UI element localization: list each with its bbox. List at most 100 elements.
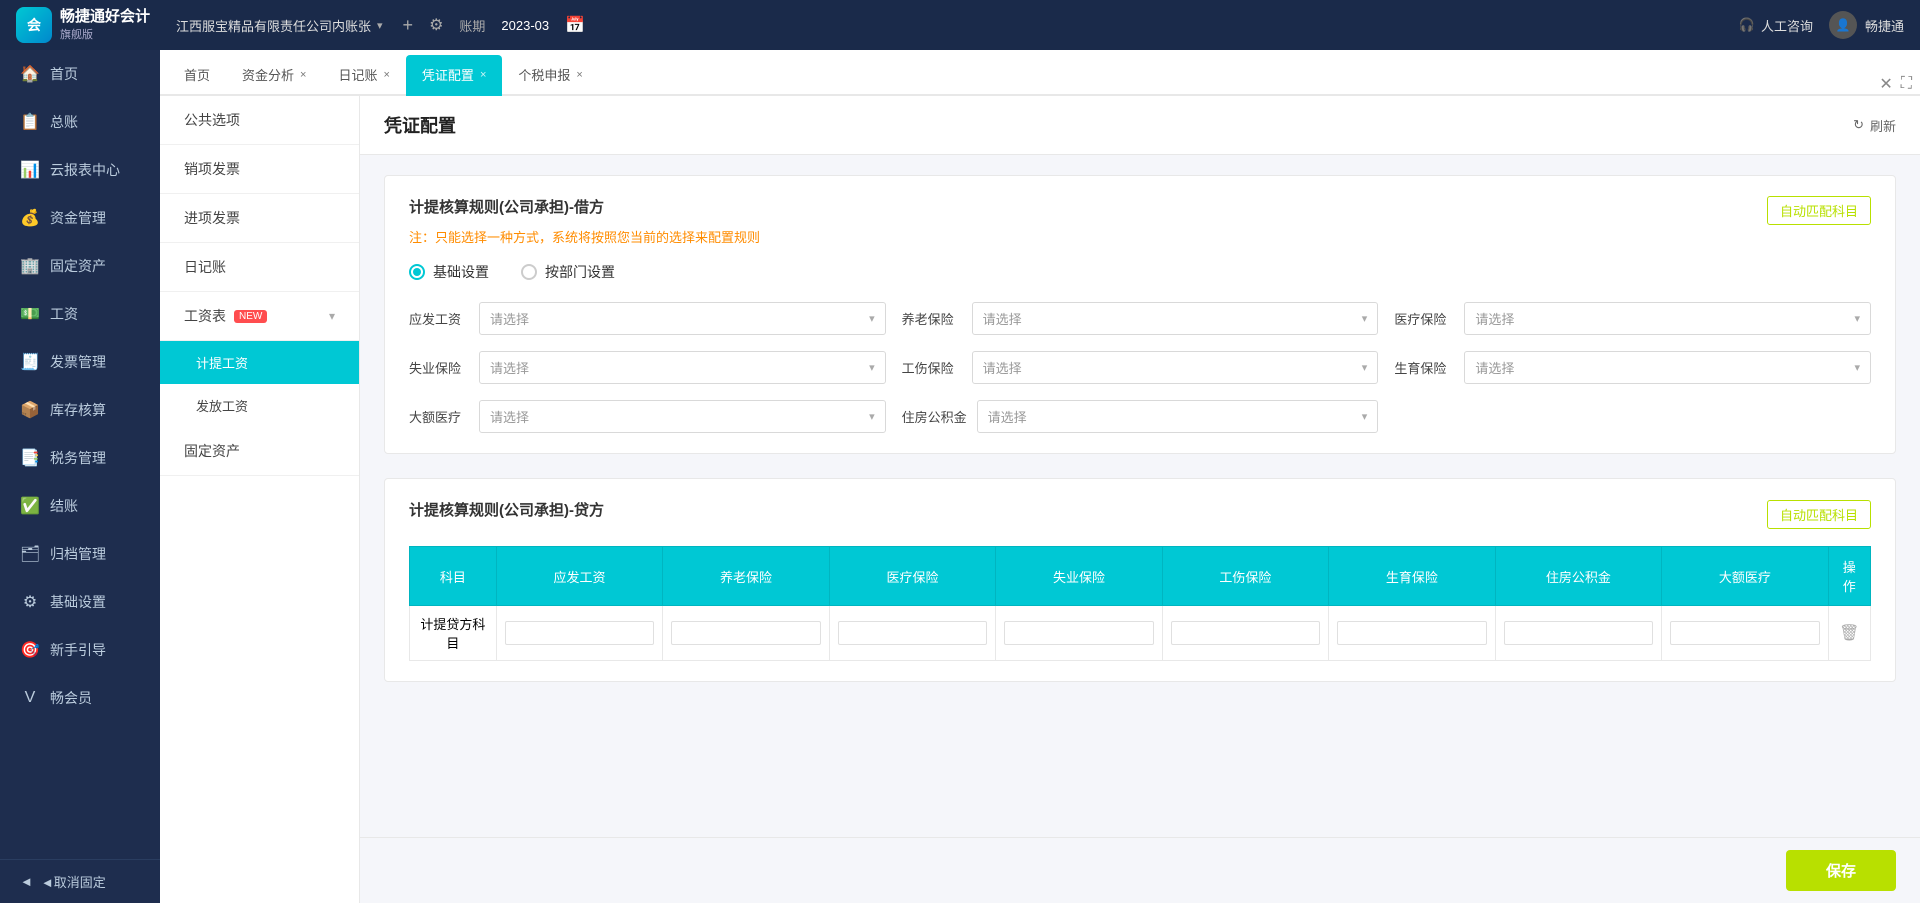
sub-sidebar-fixed-assets[interactable]: 固定资产: [160, 427, 359, 476]
row-unemployment-input[interactable]: [996, 606, 1162, 661]
sidebar-label-inventory: 库存核算: [50, 400, 106, 420]
tab-bar: 首页 资金分析 × 日记账 × 凭证配置 × 个税申报 × ✕ ⛶: [160, 50, 1920, 96]
tab-tax-return[interactable]: 个税申报 ×: [502, 55, 598, 96]
company-name: 江西服宝精品有限责任公司内账张: [176, 16, 371, 35]
field-pension-placeholder: 请选择: [983, 309, 1022, 328]
tab-tax-close[interactable]: ×: [576, 69, 582, 81]
field-medical: 医疗保险 请选择 ▾: [1394, 302, 1871, 335]
sidebar-item-salary[interactable]: 💵 工资: [0, 290, 160, 338]
sub-sidebar-journal[interactable]: 日记账: [160, 243, 359, 292]
field-salary-placeholder: 请选择: [490, 309, 529, 328]
sidebar-item-guide[interactable]: 🎯 新手引导: [0, 626, 160, 674]
input-injury[interactable]: [1171, 621, 1320, 645]
sidebar-item-finance[interactable]: 💰 资金管理: [0, 194, 160, 242]
sidebar-item-member[interactable]: V 畅会员: [0, 674, 160, 722]
input-medical[interactable]: [838, 621, 987, 645]
sub-sidebar-purchase-invoice[interactable]: 进项发票: [160, 194, 359, 243]
add-button[interactable]: +: [403, 15, 414, 36]
sub-sidebar-accrue-label: 计提工资: [196, 356, 248, 371]
tab-finance-close[interactable]: ×: [300, 69, 306, 81]
app-sub: 旗舰版: [60, 26, 150, 42]
field-maternity-label: 生育保险: [1394, 358, 1454, 377]
tab-voucher-close[interactable]: ×: [480, 69, 486, 81]
row-salary-input[interactable]: [496, 606, 662, 661]
field-injury-select[interactable]: 请选择 ▾: [972, 351, 1379, 384]
sidebar-label-reports: 云报表中心: [50, 160, 120, 180]
field-medical-label: 医疗保险: [1394, 309, 1454, 328]
sidebar-item-close[interactable]: ✅ 结账: [0, 482, 160, 530]
row-maternity-input[interactable]: [1329, 606, 1495, 661]
sidebar-item-ledger[interactable]: 📋 总账: [0, 98, 160, 146]
row-medical-input[interactable]: [829, 606, 995, 661]
input-unemployment[interactable]: [1004, 621, 1153, 645]
field-housing-placeholder: 请选择: [988, 407, 1027, 426]
tab-voucher-config[interactable]: 凭证配置 ×: [406, 55, 502, 96]
field-housing: 住房公积金 请选择 ▾: [902, 400, 1379, 433]
sub-sidebar-sales-invoice[interactable]: 销项发票: [160, 145, 359, 194]
sub-sidebar-pay-salary[interactable]: 发放工资: [160, 384, 359, 427]
main-layout: 🏠 首页 📋 总账 📊 云报表中心 💰 资金管理 🏢 固定资产 💵 工资 🧾 发…: [0, 50, 1920, 903]
app-name: 畅捷通好会计: [60, 8, 150, 26]
credit-auto-match-button[interactable]: 自动匹配科目: [1767, 500, 1871, 529]
top-right: 🎧 人工咨询 👤 畅捷通: [1739, 11, 1904, 39]
tab-home[interactable]: 首页: [168, 55, 226, 96]
input-pension[interactable]: [671, 621, 820, 645]
sidebar-item-assets[interactable]: 🏢 固定资产: [0, 242, 160, 290]
sidebar-item-tax[interactable]: 📑 税务管理: [0, 434, 160, 482]
refresh-button[interactable]: ↻ 刷新: [1853, 116, 1896, 135]
sidebar-item-inventory[interactable]: 📦 库存核算: [0, 386, 160, 434]
finance-icon: 💰: [20, 208, 40, 228]
field-housing-select[interactable]: 请选择 ▾: [977, 400, 1379, 433]
field-salary-select[interactable]: 请选择 ▾: [479, 302, 886, 335]
input-housing[interactable]: [1504, 621, 1653, 645]
debit-section-title: 计提核算规则(公司承担)-借方: [409, 196, 1767, 217]
ai-consult-button[interactable]: 🎧 人工咨询: [1739, 16, 1813, 35]
radio-department[interactable]: 按部门设置: [521, 262, 615, 282]
logo-area: 会 畅捷通好会计 旗舰版: [16, 7, 176, 43]
row-large-medical-input[interactable]: [1662, 606, 1828, 661]
tab-finance-label: 资金分析: [242, 65, 294, 84]
field-large-medical-label: 大额医疗: [409, 407, 469, 426]
sidebar-item-home[interactable]: 🏠 首页: [0, 50, 160, 98]
sidebar-label-home: 首页: [50, 64, 78, 84]
inventory-icon: 📦: [20, 400, 40, 420]
input-large-medical[interactable]: [1670, 621, 1819, 645]
tab-close-all-icon[interactable]: ✕: [1879, 74, 1892, 94]
sidebar-item-settings[interactable]: ⚙ 基础设置: [0, 578, 160, 626]
sub-sidebar-accrue-salary[interactable]: 计提工资: [160, 341, 359, 384]
debit-auto-match-button[interactable]: 自动匹配科目: [1767, 196, 1871, 225]
tab-expand-icon[interactable]: ⛶: [1901, 75, 1912, 93]
tab-journal-close[interactable]: ×: [383, 69, 389, 81]
gear-button[interactable]: ⚙: [429, 15, 443, 35]
tab-finance[interactable]: 资金分析 ×: [226, 55, 322, 96]
sidebar-label-close: 结账: [50, 496, 78, 516]
row-injury-input[interactable]: [1162, 606, 1328, 661]
sidebar-item-invoice[interactable]: 🧾 发票管理: [0, 338, 160, 386]
field-unemployment-select[interactable]: 请选择 ▾: [479, 351, 886, 384]
sub-sidebar-public[interactable]: 公共选项: [160, 96, 359, 145]
sub-sidebar-payroll[interactable]: 工资表 NEW ▾: [160, 292, 359, 341]
input-maternity[interactable]: [1337, 621, 1486, 645]
field-injury-label: 工伤保险: [902, 358, 962, 377]
field-medical-select[interactable]: 请选择 ▾: [1464, 302, 1871, 335]
row-housing-input[interactable]: [1495, 606, 1661, 661]
top-bar: 会 畅捷通好会计 旗舰版 江西服宝精品有限责任公司内账张 ▾ + ⚙ 账期 20…: [0, 0, 1920, 50]
row-pension-input[interactable]: [663, 606, 829, 661]
input-salary[interactable]: [505, 621, 654, 645]
field-pension-select[interactable]: 请选择 ▾: [972, 302, 1379, 335]
radio-basic[interactable]: 基础设置: [409, 262, 489, 282]
field-maternity-select[interactable]: 请选择 ▾: [1464, 351, 1871, 384]
company-selector[interactable]: 江西服宝精品有限责任公司内账张 ▾: [176, 16, 383, 35]
field-large-medical-select[interactable]: 请选择 ▾: [479, 400, 886, 433]
calendar-button[interactable]: 📅: [565, 15, 585, 35]
sidebar-item-reports[interactable]: 📊 云报表中心: [0, 146, 160, 194]
delete-row-icon[interactable]: 🗑: [1839, 625, 1859, 642]
field-salary: 应发工资 请选择 ▾: [409, 302, 886, 335]
user-area[interactable]: 👤 畅捷通: [1829, 11, 1904, 39]
sidebar-unpin-button[interactable]: ◄ ◄取消固定: [0, 859, 160, 903]
sidebar-label-finance: 资金管理: [50, 208, 106, 228]
new-badge: NEW: [234, 310, 267, 323]
tab-journal[interactable]: 日记账 ×: [322, 55, 405, 96]
save-button[interactable]: 保存: [1786, 850, 1896, 891]
sidebar-item-archive[interactable]: 🗂 归档管理: [0, 530, 160, 578]
